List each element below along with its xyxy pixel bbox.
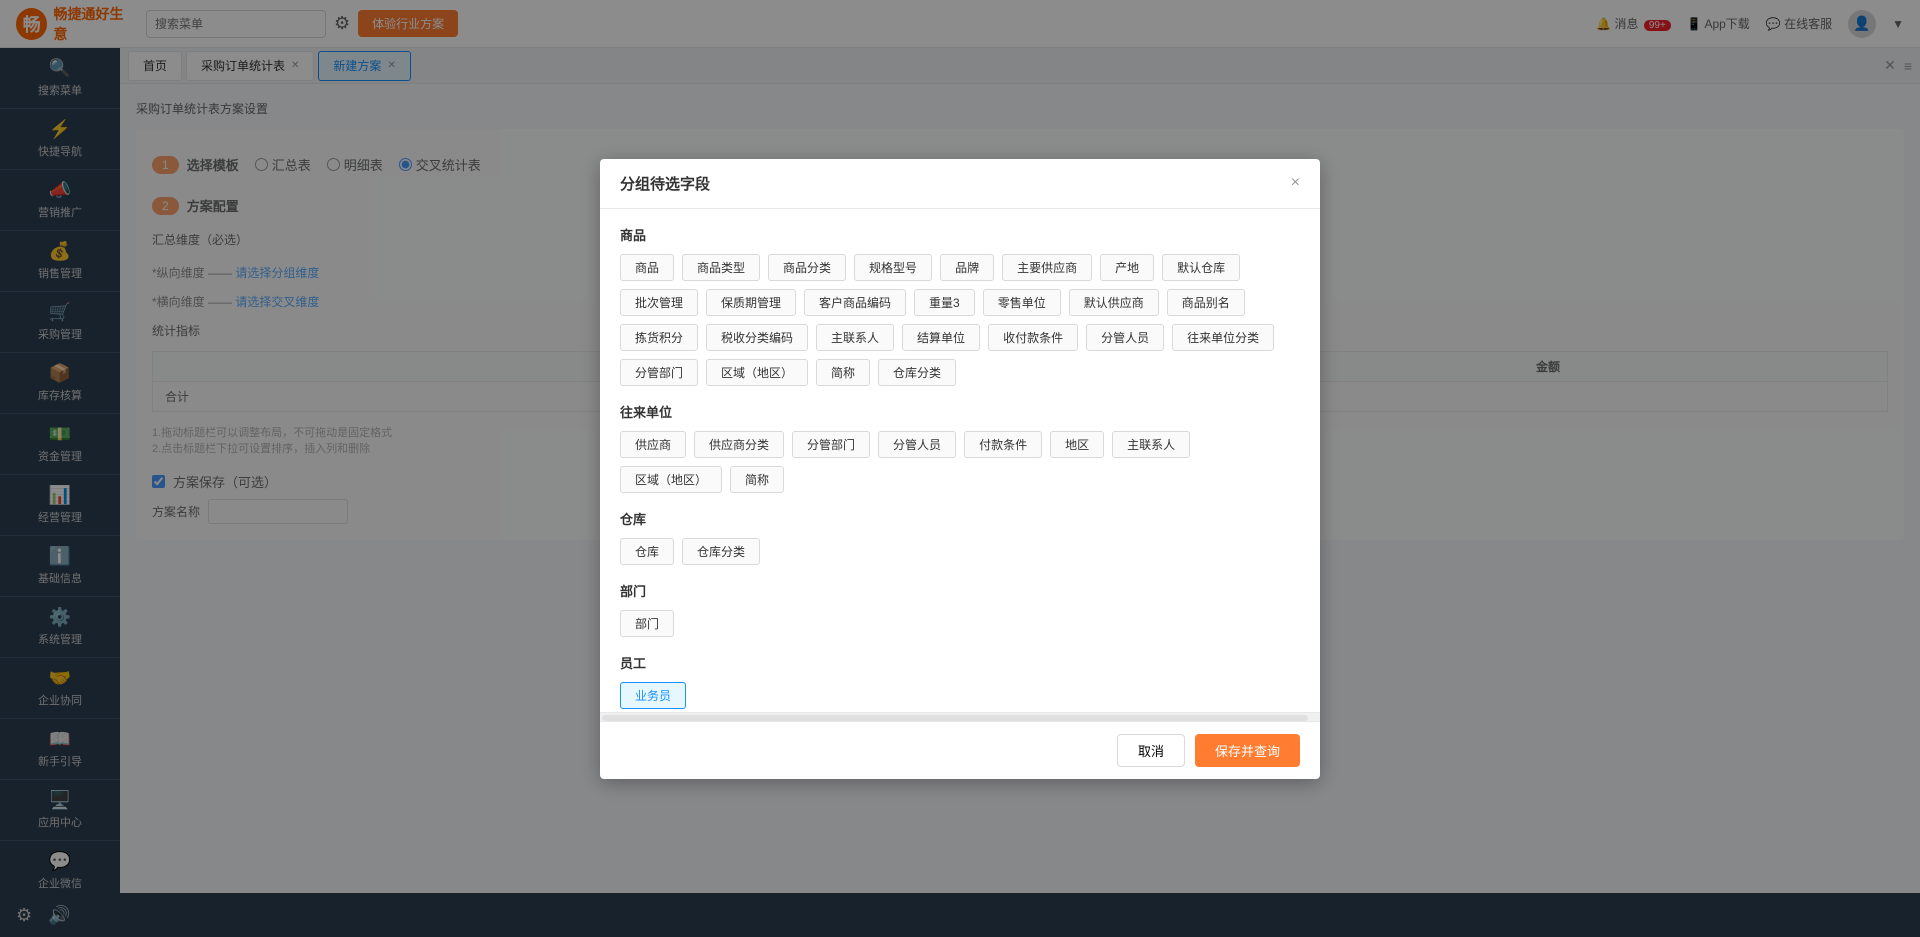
confirm-button[interactable]: 保存并查询 [1195,734,1300,767]
field-tag-product-21[interactable]: 往来单位分类 [1172,324,1274,351]
modal-close-button[interactable]: × [1291,174,1300,192]
field-tag-dept-0[interactable]: 部门 [620,610,674,637]
field-tag-product-18[interactable]: 结算单位 [902,324,980,351]
field-tag-partner-2[interactable]: 分管部门 [792,431,870,458]
section-title-warehouse: 仓库 [620,509,1300,528]
field-grid-dept: 部门 [620,610,1300,637]
field-tag-warehouse-0[interactable]: 仓库 [620,538,674,565]
field-tag-product-3[interactable]: 规格型号 [854,254,932,281]
field-tag-product-14[interactable]: 商品别名 [1167,289,1245,316]
modal-title: 分组待选字段 [620,173,710,194]
section-title-partner: 往来单位 [620,402,1300,421]
modal-body: 商品 商品 商品类型 商品分类 规格型号 品牌 主要供应商 产地 默认仓库 批次… [600,209,1320,713]
field-tag-product-1[interactable]: 商品类型 [682,254,760,281]
field-tag-product-17[interactable]: 主联系人 [816,324,894,351]
field-tag-warehouse-1[interactable]: 仓库分类 [682,538,760,565]
field-tag-employee-0[interactable]: 业务员 [620,682,686,709]
field-tag-product-9[interactable]: 保质期管理 [706,289,796,316]
modal-scrollbar-x[interactable] [600,712,1320,720]
field-grid-warehouse: 仓库 仓库分类 [620,538,1300,565]
field-tag-partner-3[interactable]: 分管人员 [878,431,956,458]
field-tag-partner-7[interactable]: 区域（地区） [620,466,722,493]
field-tag-product-8[interactable]: 批次管理 [620,289,698,316]
field-tag-product-6[interactable]: 产地 [1100,254,1154,281]
section-title-dept: 部门 [620,581,1300,600]
field-tag-partner-4[interactable]: 付款条件 [964,431,1042,458]
modal-header: 分组待选字段 × [600,159,1320,209]
field-tag-product-0[interactable]: 商品 [620,254,674,281]
cancel-button[interactable]: 取消 [1117,734,1185,767]
field-grid-employee: 业务员 [620,682,1300,709]
modal-footer: 取消 保存并查询 [600,721,1320,779]
section-title-product: 商品 [620,225,1300,244]
field-tag-partner-5[interactable]: 地区 [1050,431,1104,458]
field-tag-product-13[interactable]: 默认供应商 [1069,289,1159,316]
field-tag-product-19[interactable]: 收付款条件 [988,324,1078,351]
field-grid-partner: 供应商 供应商分类 分管部门 分管人员 付款条件 地区 主联系人 区域（地区） … [620,431,1300,493]
field-tag-product-23[interactable]: 区域（地区） [706,359,808,386]
field-tag-product-20[interactable]: 分管人员 [1086,324,1164,351]
field-tag-partner-6[interactable]: 主联系人 [1112,431,1190,458]
field-tag-product-7[interactable]: 默认仓库 [1162,254,1240,281]
field-tag-product-16[interactable]: 税收分类编码 [706,324,808,351]
field-tag-product-10[interactable]: 客户商品编码 [804,289,906,316]
field-tag-partner-8[interactable]: 简称 [730,466,784,493]
section-title-employee: 员工 [620,653,1300,672]
field-tag-product-5[interactable]: 主要供应商 [1002,254,1092,281]
field-tag-product-22[interactable]: 分管部门 [620,359,698,386]
field-tag-product-15[interactable]: 拣货积分 [620,324,698,351]
field-tag-product-24[interactable]: 简称 [816,359,870,386]
field-tag-partner-0[interactable]: 供应商 [620,431,686,458]
field-grid-product: 商品 商品类型 商品分类 规格型号 品牌 主要供应商 产地 默认仓库 批次管理 … [620,254,1300,386]
field-tag-product-11[interactable]: 重量3 [914,289,975,316]
field-tag-partner-1[interactable]: 供应商分类 [694,431,784,458]
field-tag-product-2[interactable]: 商品分类 [768,254,846,281]
field-tag-product-12[interactable]: 零售单位 [983,289,1061,316]
modal-overlay: 分组待选字段 × 商品 商品 商品类型 商品分类 规格型号 品牌 主要供应商 产… [0,0,1920,937]
field-tag-product-4[interactable]: 品牌 [940,254,994,281]
modal-group-fields: 分组待选字段 × 商品 商品 商品类型 商品分类 规格型号 品牌 主要供应商 产… [600,159,1320,779]
field-tag-product-25[interactable]: 仓库分类 [878,359,956,386]
